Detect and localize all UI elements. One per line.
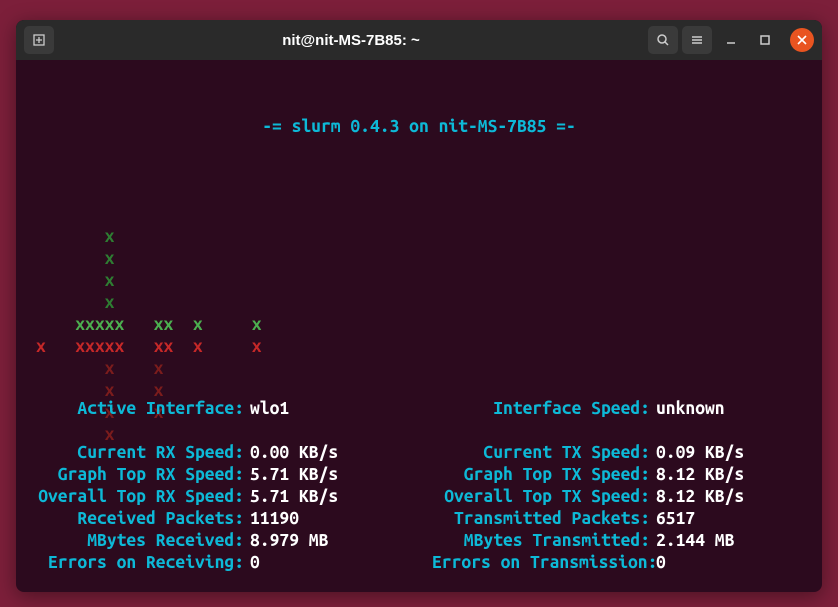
stats-row: MBytes Received: 8.979 MB MBytes Transmitt… [26, 530, 812, 552]
titlebar: nit@nit-MS-7B85: ~ [16, 20, 822, 60]
stat-label: MBytes Transmitted: [432, 530, 650, 552]
stat-label: Current RX Speed: [26, 442, 244, 464]
stat-value: 0 [250, 553, 260, 572]
terminal-window: nit@nit-MS-7B85: ~ -= slurm 0.4.3 on nit… [16, 20, 822, 592]
stats-block: Active Interface: wlo1 Interface Speed: unk… [26, 398, 812, 574]
stat-value: 11190 [250, 509, 299, 528]
stat-value: 2.144 MB [656, 531, 734, 550]
stat-value: unknown [656, 399, 725, 418]
stat-label: Active Interface: [26, 398, 244, 420]
stats-row: Active Interface: wlo1 Interface Speed: unk… [26, 398, 812, 420]
stat-value: 0.09 KB/s [656, 443, 744, 462]
window-title: nit@nit-MS-7B85: ~ [54, 32, 648, 49]
close-button[interactable] [790, 28, 814, 52]
stat-label: Transmitted Packets: [432, 508, 650, 530]
minimize-button[interactable] [716, 26, 746, 54]
stat-value: 5.71 KB/s [250, 465, 338, 484]
stat-value: 0 [656, 553, 666, 572]
terminal-body[interactable]: -= slurm 0.4.3 on nit-MS-7B85 =- x x x x… [16, 60, 822, 592]
stat-label: Errors on Receiving: [26, 552, 244, 574]
stat-label: Interface Speed: [432, 398, 650, 420]
search-button[interactable] [648, 26, 678, 54]
new-tab-button[interactable] [24, 26, 54, 54]
app-header: -= slurm 0.4.3 on nit-MS-7B85 =- [26, 116, 812, 138]
stat-value: 6517 [656, 509, 695, 528]
stat-value: 8.979 MB [250, 531, 328, 550]
stat-label: Graph Top RX Speed: [26, 464, 244, 486]
stats-row: Graph Top RX Speed: 5.71 KB/s Graph Top TX… [26, 464, 812, 486]
stat-value: 0.00 KB/s [250, 443, 338, 462]
stats-row: Errors on Receiving: 0 Errors on Transmiss… [26, 552, 812, 574]
menu-button[interactable] [682, 26, 712, 54]
stat-label: Errors on Transmission: [432, 552, 650, 574]
stat-value: 8.12 KB/s [656, 487, 744, 506]
stat-value: 8.12 KB/s [656, 465, 744, 484]
stats-row: Received Packets: 11190 Transmitted Packet… [26, 508, 812, 530]
maximize-button[interactable] [750, 26, 780, 54]
stats-row: Overall Top RX Speed: 5.71 KB/s Overall To… [26, 486, 812, 508]
stat-label: Graph Top TX Speed: [432, 464, 650, 486]
stat-label: Received Packets: [26, 508, 244, 530]
stat-label: Current TX Speed: [432, 442, 650, 464]
stats-row: Current RX Speed: 0.00 KB/s Current TX Spe… [26, 442, 812, 464]
stat-value: wlo1 [250, 399, 289, 418]
stat-label: Overall Top TX Speed: [432, 486, 650, 508]
stat-label: Overall Top RX Speed: [26, 486, 244, 508]
stat-label: MBytes Received: [26, 530, 244, 552]
stat-value: 5.71 KB/s [250, 487, 338, 506]
